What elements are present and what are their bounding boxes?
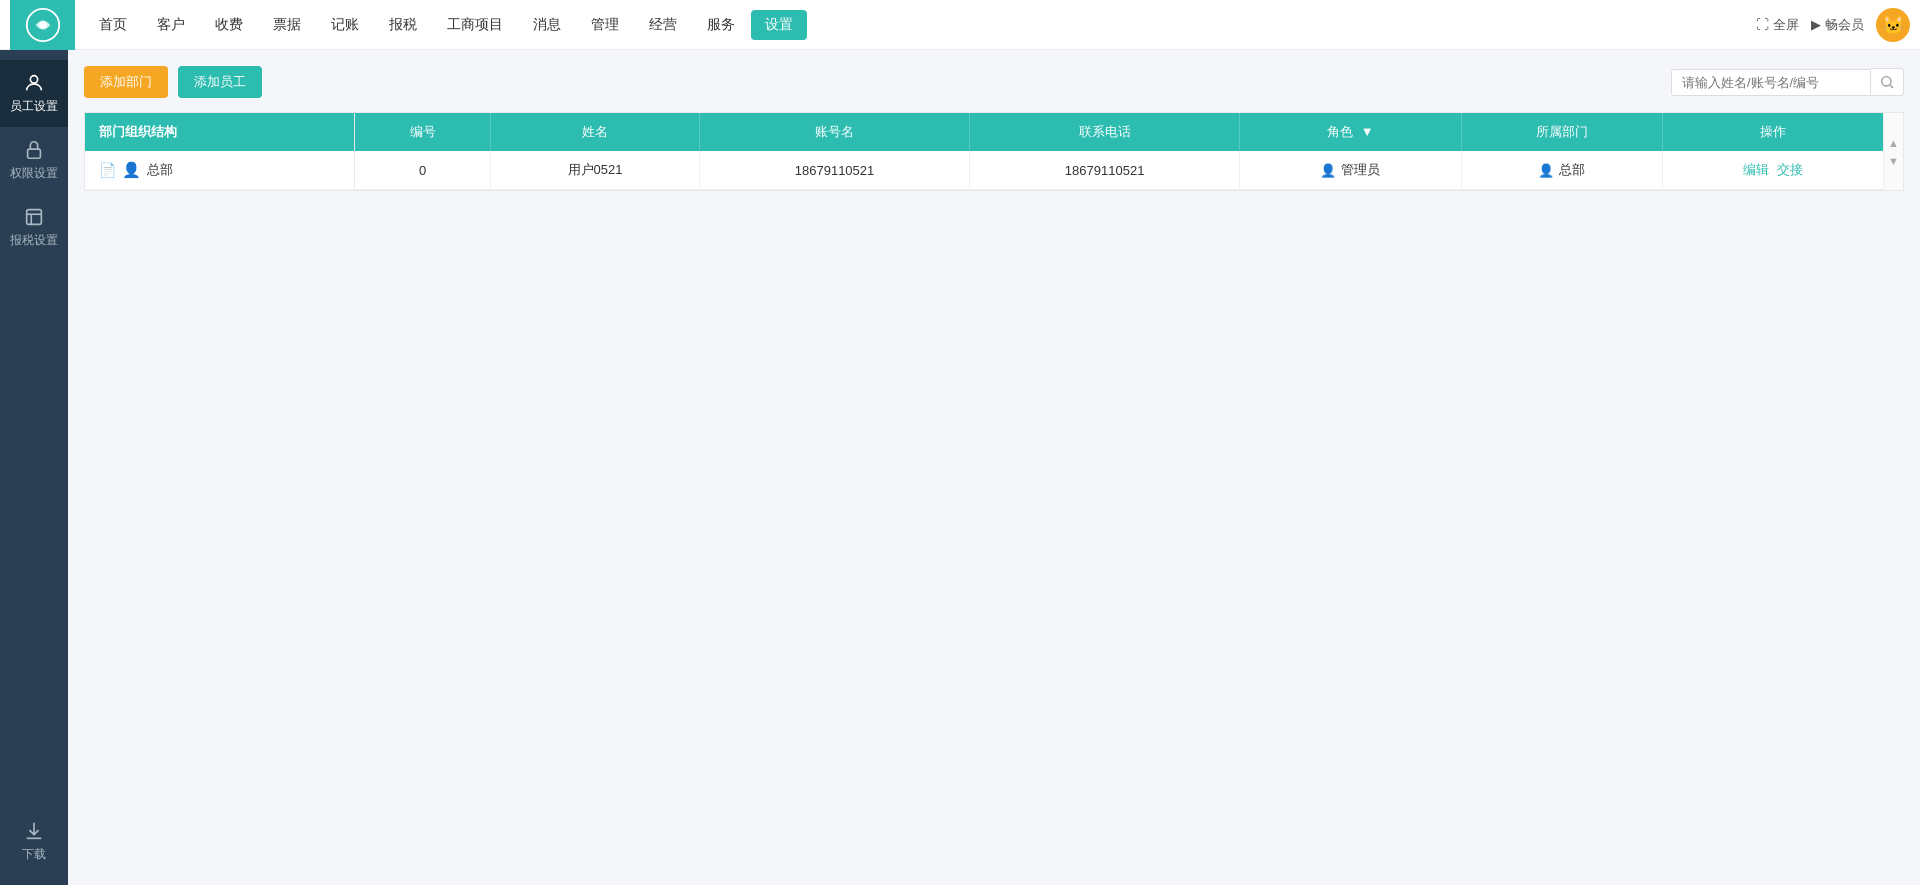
add-dept-button[interactable]: 添加部门 (84, 66, 168, 98)
nav-item-服务[interactable]: 服务 (693, 10, 749, 40)
nav-item-收费[interactable]: 收费 (201, 10, 257, 40)
emp-table: 编号 姓名 账号名 联系电话 角色 ▼ 所属部门 操作 (355, 113, 1883, 190)
vip-label: 畅会员 (1825, 16, 1864, 34)
scroll-down-btn[interactable]: ▼ (1885, 152, 1903, 170)
svg-rect-3 (28, 149, 41, 158)
nav-item-经营[interactable]: 经营 (635, 10, 691, 40)
topbar: 首页客户收费票据记账报税工商项目消息管理经营服务设置 ⛶ 全屏 ▶ 畅会员 🐱 (0, 0, 1920, 50)
svg-point-8 (1882, 77, 1891, 86)
col-id: 编号 (355, 113, 491, 151)
nav-item-报税[interactable]: 报税 (375, 10, 431, 40)
col-account: 账号名 (699, 113, 969, 151)
svg-point-2 (30, 76, 37, 83)
sidebar-bottom: 下载 (0, 808, 68, 885)
scroll-up-btn[interactable]: ▲ (1885, 134, 1903, 152)
edit-link[interactable]: 编辑 (1743, 161, 1769, 179)
svg-rect-4 (27, 210, 42, 225)
table-scroll-controls: ▲ ▼ (1883, 113, 1903, 190)
dept-tree-item[interactable]: 📄 👤 总部 (85, 151, 354, 190)
handover-link[interactable]: 交接 (1777, 161, 1803, 179)
nav-item-记账[interactable]: 记账 (317, 10, 373, 40)
fullscreen-label: 全屏 (1773, 16, 1799, 34)
sidebar-download[interactable]: 下载 (0, 808, 68, 875)
toolbar: 添加部门 添加员工 (84, 66, 1904, 98)
fullscreen-btn[interactable]: ⛶ 全屏 (1756, 16, 1799, 34)
sidebar-item-employee-label: 员工设置 (10, 98, 58, 115)
col-phone: 联系电话 (970, 113, 1240, 151)
dept-name: 总部 (147, 161, 173, 179)
cell-name: 用户0521 (491, 151, 700, 190)
video-icon: ▶ (1811, 17, 1821, 32)
col-name: 姓名 (491, 113, 700, 151)
col-role: 角色 ▼ (1240, 113, 1461, 151)
nav-item-客户[interactable]: 客户 (143, 10, 199, 40)
table-row: 0 用户0521 18679110521 18679110521 👤 管理员 (355, 151, 1883, 190)
search-button[interactable] (1871, 68, 1904, 96)
table-header: 编号 姓名 账号名 联系电话 角色 ▼ 所属部门 操作 (355, 113, 1883, 151)
search-icon (1879, 74, 1895, 90)
topbar-right: ⛶ 全屏 ▶ 畅会员 🐱 (1756, 8, 1910, 42)
cell-dept: 👤 总部 (1461, 151, 1663, 190)
cell-action: 编辑 交接 (1663, 151, 1883, 190)
cell-id: 0 (355, 151, 491, 190)
vip-btn[interactable]: ▶ 畅会员 (1811, 16, 1864, 34)
table-area: 部门组织结构 📄 👤 总部 编号 姓名 账号名 联系电话 (84, 112, 1904, 191)
dept-tree: 部门组织结构 📄 👤 总部 (85, 113, 355, 190)
fullscreen-icon: ⛶ (1756, 17, 1769, 32)
nav-item-消息[interactable]: 消息 (519, 10, 575, 40)
sidebar-item-permission[interactable]: 权限设置 (0, 127, 68, 194)
dept-user-icon-cell: 👤 (1538, 163, 1554, 178)
sidebar-download-label: 下载 (22, 846, 46, 863)
sidebar-item-tax-label: 报税设置 (10, 232, 58, 249)
col-action: 操作 (1663, 113, 1883, 151)
sidebar-item-employee[interactable]: 员工设置 (0, 60, 68, 127)
nav-item-工商项目[interactable]: 工商项目 (433, 10, 517, 40)
cell-role: 👤 管理员 (1240, 151, 1461, 190)
svg-line-9 (1890, 85, 1893, 88)
add-emp-button[interactable]: 添加员工 (178, 66, 262, 98)
content-area: 添加部门 添加员工 部门组织结构 📄 👤 总部 (68, 50, 1920, 885)
logo (10, 0, 75, 50)
main-nav: 首页客户收费票据记账报税工商项目消息管理经营服务设置 (85, 10, 1756, 40)
cell-phone: 18679110521 (970, 151, 1240, 190)
main-layout: 员工设置 权限设置 报税设置 下载 (0, 50, 1920, 885)
file-icon: 📄 (99, 162, 116, 178)
col-dept: 所属部门 (1461, 113, 1663, 151)
employee-table: 编号 姓名 账号名 联系电话 角色 ▼ 所属部门 操作 (355, 113, 1883, 190)
search-box (1671, 66, 1904, 98)
svg-point-1 (39, 21, 46, 28)
sidebar: 员工设置 权限设置 报税设置 下载 (0, 50, 68, 885)
dept-tree-header: 部门组织结构 (85, 113, 354, 151)
sidebar-item-permission-label: 权限设置 (10, 165, 58, 182)
cell-account: 18679110521 (699, 151, 969, 190)
table-body: 0 用户0521 18679110521 18679110521 👤 管理员 (355, 151, 1883, 190)
user-avatar[interactable]: 🐱 (1876, 8, 1910, 42)
nav-item-首页[interactable]: 首页 (85, 10, 141, 40)
nav-item-票据[interactable]: 票据 (259, 10, 315, 40)
sidebar-item-tax[interactable]: 报税设置 (0, 194, 68, 261)
nav-item-管理[interactable]: 管理 (577, 10, 633, 40)
nav-item-设置[interactable]: 设置 (751, 10, 807, 40)
role-user-icon: 👤 (1320, 163, 1336, 178)
dept-user-icon: 👤 (122, 161, 141, 179)
search-input[interactable] (1671, 69, 1871, 96)
role-filter-icon[interactable]: ▼ (1361, 124, 1374, 139)
